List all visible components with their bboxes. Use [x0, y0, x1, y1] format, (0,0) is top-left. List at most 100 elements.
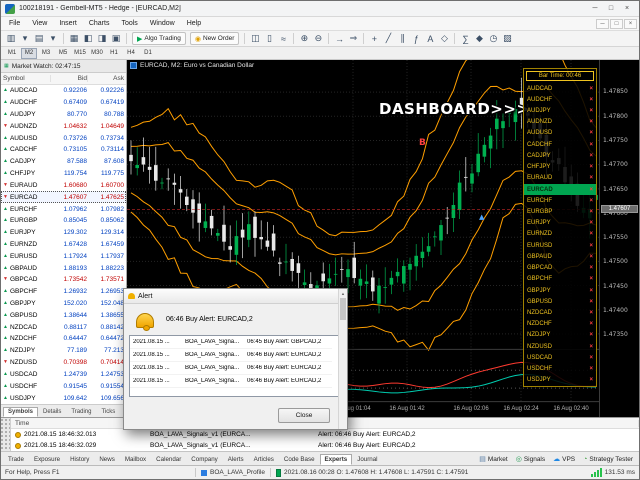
shapes-icon[interactable]: ◇ — [437, 32, 451, 46]
market-watch-row[interactable]: ▲ GBPUSD 1.38644 1.38655 — [1, 309, 126, 321]
menu-charts[interactable]: Charts — [83, 20, 116, 27]
dashboard-symbol-row[interactable]: CADCHF × — [524, 139, 596, 150]
navigator-icon[interactable]: ◨ — [95, 32, 109, 46]
chart-close-button[interactable]: × — [624, 18, 637, 29]
tab-news[interactable]: News — [94, 454, 119, 465]
templates-icon[interactable]: ▨ — [500, 32, 514, 46]
dashboard-symbol-row[interactable]: EURAUD × — [524, 173, 596, 184]
crosshair-icon[interactable]: + — [367, 32, 381, 46]
timeframe-m30[interactable]: M30 — [89, 48, 105, 59]
dashboard-symbol-row[interactable]: GBPUSD × — [524, 296, 596, 307]
dashboard-symbol-row[interactable]: CADJPY × — [524, 150, 596, 161]
chart-minimize-button[interactable]: ─ — [596, 18, 609, 29]
close-icon[interactable]: × — [589, 108, 593, 114]
close-icon[interactable]: × — [589, 119, 593, 125]
close-icon[interactable]: × — [589, 344, 593, 350]
close-icon[interactable]: × — [589, 153, 593, 159]
market-watch-row[interactable]: ▲ CADJPY 87.588 87.608 — [1, 156, 126, 168]
market-watch-row[interactable]: ▲ CADCHF 0.73105 0.73114 — [1, 144, 126, 156]
timeframe-m3[interactable]: M3 — [38, 48, 54, 59]
scrollbar-thumb[interactable] — [340, 298, 346, 320]
algo-trading-button[interactable]: ▶ Algo Trading — [132, 32, 186, 45]
new-order-button[interactable]: ◉ New Order — [189, 32, 240, 45]
dashboard-symbol-row[interactable]: NZDUSD × — [524, 341, 596, 352]
dashboard-symbol-row[interactable]: GBPJPY × — [524, 285, 596, 296]
toolbox-icon[interactable]: ▣ — [109, 32, 123, 46]
dashboard-symbol-row[interactable]: EURGBP × — [524, 206, 596, 217]
tab-trading[interactable]: Trading — [66, 407, 96, 417]
timeframe-h1[interactable]: H1 — [106, 48, 122, 59]
alert-row[interactable]: 2021.08.15 ... BOA_LAVA_Signa... 06:46 Buy… — [130, 362, 332, 375]
market-watch-row[interactable]: ▼ AUDNZD 1.04632 1.04649 — [1, 120, 126, 132]
tab-symbols[interactable]: Symbols — [3, 407, 39, 417]
dock-grip[interactable] — [1, 418, 11, 451]
tab-experts[interactable]: Experts — [319, 454, 353, 465]
market-watch-row[interactable]: ▲ USDCHF 0.91545 0.91554 — [1, 380, 126, 392]
close-icon[interactable]: × — [589, 377, 593, 383]
text-tool-icon[interactable]: A — [423, 32, 437, 46]
close-icon[interactable]: × — [589, 299, 593, 305]
dashboard-symbol-row[interactable]: EURJPY × — [524, 218, 596, 229]
dashboard-symbol-row[interactable]: AUDJPY × — [524, 105, 596, 116]
menu-view[interactable]: View — [26, 20, 53, 27]
menu-tools[interactable]: Tools — [115, 20, 143, 27]
tab-alerts[interactable]: Alerts — [223, 454, 249, 465]
close-icon[interactable]: × — [589, 97, 593, 103]
dashboard-symbol-row[interactable]: USDCAD × — [524, 352, 596, 363]
close-icon[interactable]: × — [589, 366, 593, 372]
column-header-bid[interactable]: Bid — [50, 75, 87, 82]
market-watch-row[interactable]: ▲ GBPCHF 1.26932 1.26953 — [1, 286, 126, 298]
dashboard-symbol-row[interactable]: GBPCHF × — [524, 274, 596, 285]
alert-list[interactable]: 2021.08.15 ... BOA_LAVA_Signa... 06:45 Buy… — [129, 335, 342, 397]
line-chart-icon[interactable]: ≈ — [276, 32, 290, 46]
journal-row[interactable]: 2021.08.15 18:46:32.013 BOA_LAVA_Signals_… — [11, 429, 639, 440]
dashboard-symbol-row[interactable]: CHFJPY × — [524, 162, 596, 173]
price-axis[interactable]: 1.47850 1.47800 1.47750 1.47700 1.47650 1.476… — [599, 60, 639, 417]
market-watch-row[interactable]: ▲ NZDJPY 77.189 77.213 — [1, 345, 126, 357]
market-watch-row[interactable]: ▲ AUDCAD 0.92206 0.92226 — [1, 85, 126, 97]
close-icon[interactable]: × — [589, 142, 593, 148]
timeframe-d1[interactable]: D1 — [140, 48, 156, 59]
timeframe-m15[interactable]: M15 — [72, 48, 88, 59]
tab-mailbox[interactable]: Mailbox — [120, 454, 151, 465]
indicators-icon[interactable]: ∑ — [458, 32, 472, 46]
close-icon[interactable]: × — [589, 276, 593, 282]
menu-window[interactable]: Window — [144, 20, 181, 27]
signals-button[interactable]: ◎ Signals — [512, 453, 549, 465]
market-watch-row[interactable]: ▲ AUDCHF 0.67409 0.67419 — [1, 97, 126, 109]
timeframe-m5[interactable]: M5 — [55, 48, 71, 59]
fibonacci-icon[interactable]: ƒ — [409, 32, 423, 46]
tab-history[interactable]: History — [65, 454, 94, 465]
close-icon[interactable]: × — [589, 243, 593, 249]
close-icon[interactable]: × — [589, 321, 593, 327]
journal-row[interactable]: 2021.08.15 18:46:32.029 BOA_LAVA_Signals_… — [11, 440, 639, 451]
close-icon[interactable]: × — [589, 209, 593, 215]
dashboard-symbol-row[interactable]: EURCAD × — [524, 183, 596, 196]
vps-button[interactable]: ☁ VPS — [549, 453, 579, 465]
timeframe-h4[interactable]: H4 — [123, 48, 139, 59]
market-watch-row[interactable]: ▲ CHFJPY 119.754 119.775 — [1, 168, 126, 180]
close-icon[interactable]: × — [589, 265, 593, 271]
timeframe-m1[interactable]: M1 — [4, 48, 20, 59]
dashboard-symbol-row[interactable]: GBPAUD × — [524, 251, 596, 262]
market-watch-row[interactable]: ▼ NZDUSD 0.70398 0.70414 — [1, 357, 126, 369]
chart-shift-icon[interactable]: ⇒ — [346, 32, 360, 46]
tab-articles[interactable]: Articles — [249, 454, 279, 465]
close-icon[interactable]: × — [589, 254, 593, 260]
alert-dialog-titlebar[interactable]: Alert — [124, 289, 347, 304]
menu-insert[interactable]: Insert — [53, 20, 83, 27]
alert-row[interactable]: 2021.08.15 ... BOA_LAVA_Signa... 06:46 Buy… — [130, 375, 332, 388]
market-watch-row[interactable]: ▲ EURUSD 1.17924 1.17937 — [1, 250, 126, 262]
market-watch-row[interactable]: ▲ USDJPY 109.642 109.656 — [1, 392, 126, 404]
market-watch-row[interactable]: ▼ GBPCAD 1.73542 1.73571 — [1, 274, 126, 286]
tab-company[interactable]: Company — [186, 454, 222, 465]
market-button[interactable]: ▤ Market — [475, 453, 512, 465]
close-icon[interactable]: × — [589, 310, 593, 316]
tab-calendar[interactable]: Calendar — [151, 454, 186, 465]
dashboard-symbol-row[interactable]: NZDJPY × — [524, 330, 596, 341]
alert-list-scrollbar[interactable]: ▲ — [338, 289, 347, 429]
dashboard-symbol-row[interactable]: GBPCAD × — [524, 263, 596, 274]
column-header-message[interactable]: Message — [314, 419, 639, 427]
bar-chart-icon[interactable]: ◫ — [248, 32, 262, 46]
dashboard-symbol-row[interactable]: AUDCHF × — [524, 94, 596, 105]
